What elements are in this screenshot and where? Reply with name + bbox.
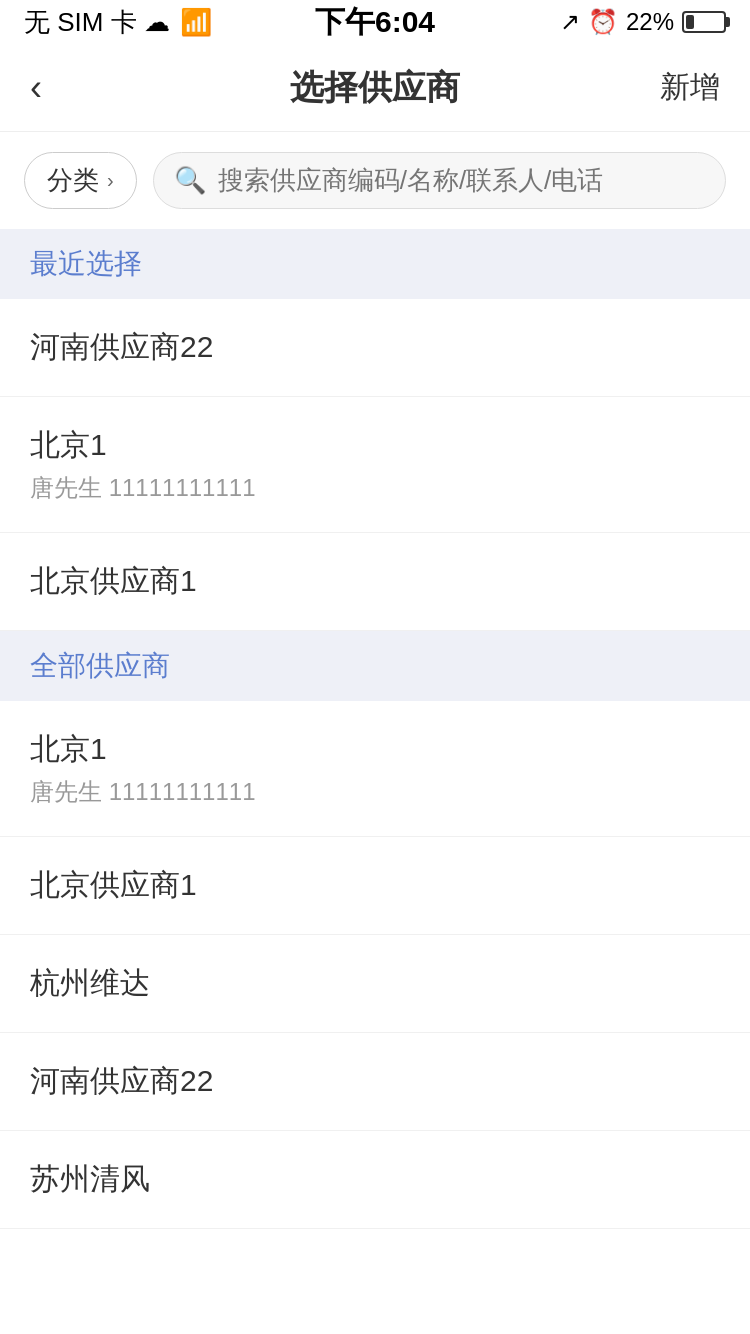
back-button[interactable]: ‹ <box>30 67 110 109</box>
status-left: 无 SIM 卡 ☁ 📶 <box>24 5 212 40</box>
item-name: 河南供应商22 <box>30 1061 720 1102</box>
location-icon: ↗ <box>560 8 580 36</box>
item-name: 苏州清风 <box>30 1159 720 1200</box>
recent-items-list: 河南供应商22 北京1 唐先生 11111111111 北京供应商1 <box>0 299 750 631</box>
item-detail: 唐先生 11111111111 <box>30 776 720 808</box>
all-section-label: 全部供应商 <box>30 650 170 681</box>
alarm-icon: ⏰ <box>588 8 618 36</box>
list-item[interactable]: 苏州清风 <box>0 1131 750 1229</box>
battery-icon <box>682 11 726 33</box>
all-section-header: 全部供应商 <box>0 631 750 701</box>
filter-bar: 分类 › 🔍 <box>0 132 750 229</box>
list-item[interactable]: 杭州维达 <box>0 935 750 1033</box>
wifi-icon: 📶 <box>180 7 212 38</box>
item-name: 杭州维达 <box>30 963 720 1004</box>
item-name: 河南供应商22 <box>30 327 720 368</box>
battery-fill <box>686 15 694 29</box>
chevron-right-icon: › <box>107 169 114 192</box>
battery-percent: 22% <box>626 8 674 36</box>
category-label: 分类 <box>47 163 99 198</box>
list-item[interactable]: 北京1 唐先生 11111111111 <box>0 397 750 533</box>
item-name: 北京1 <box>30 729 720 770</box>
item-detail: 唐先生 11111111111 <box>30 472 720 504</box>
recent-section-label: 最近选择 <box>30 248 142 279</box>
page-title: 选择供应商 <box>110 65 640 111</box>
list-item[interactable]: 北京供应商1 <box>0 533 750 631</box>
new-add-button[interactable]: 新增 <box>640 67 720 108</box>
search-icon: 🔍 <box>174 165 206 196</box>
search-box[interactable]: 🔍 <box>153 152 726 209</box>
list-item[interactable]: 北京1 唐先生 11111111111 <box>0 701 750 837</box>
status-time: 下午6:04 <box>315 2 435 43</box>
status-bar: 无 SIM 卡 ☁ 📶 下午6:04 ↗ ⏰ 22% <box>0 0 750 44</box>
list-item[interactable]: 河南供应商22 <box>0 1033 750 1131</box>
search-input[interactable] <box>218 165 705 196</box>
item-name: 北京供应商1 <box>30 865 720 906</box>
list-item[interactable]: 北京供应商1 <box>0 837 750 935</box>
item-name: 北京1 <box>30 425 720 466</box>
sim-status: 无 SIM 卡 ☁ <box>24 5 170 40</box>
status-right: ↗ ⏰ 22% <box>560 8 726 36</box>
recent-section-header: 最近选择 <box>0 229 750 299</box>
nav-bar: ‹ 选择供应商 新增 <box>0 44 750 132</box>
category-button[interactable]: 分类 › <box>24 152 137 209</box>
item-name: 北京供应商1 <box>30 561 720 602</box>
all-items-list: 北京1 唐先生 11111111111 北京供应商1 杭州维达 河南供应商22 … <box>0 701 750 1229</box>
list-item[interactable]: 河南供应商22 <box>0 299 750 397</box>
